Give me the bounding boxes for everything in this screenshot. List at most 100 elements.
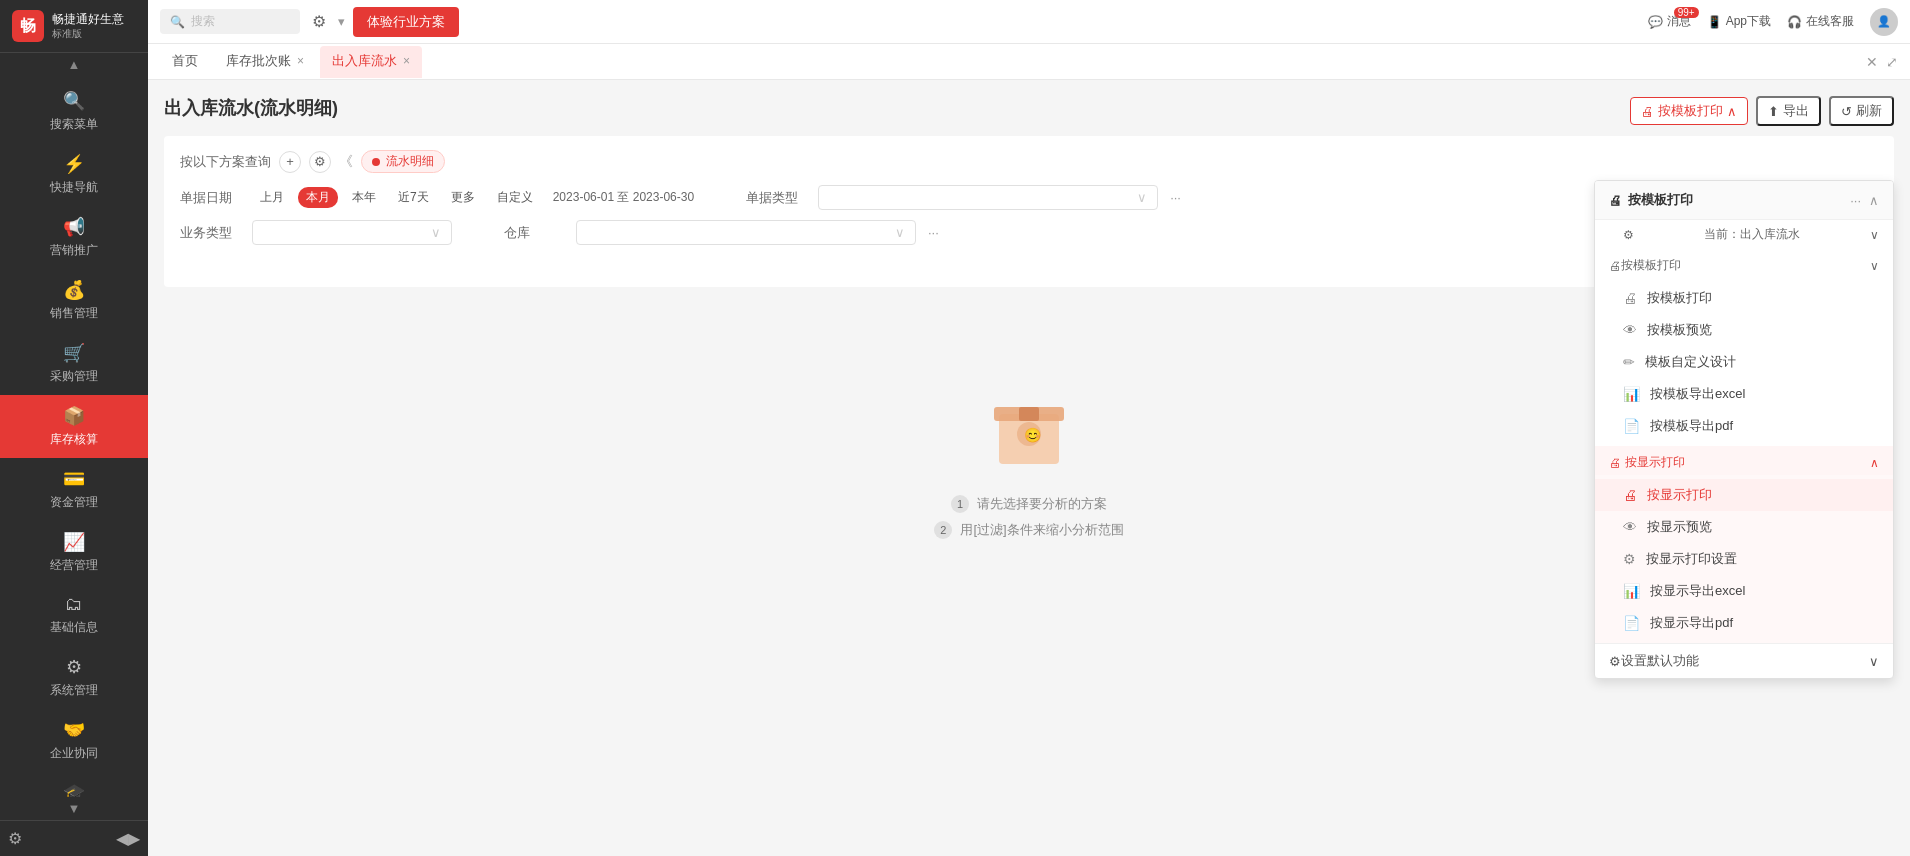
dropdown-footer[interactable]: ⚙ 设置默认功能 ∨ <box>1595 643 1893 678</box>
doc-type-select[interactable]: ∨ <box>818 185 1158 210</box>
warehouse-chevron: ∨ <box>895 225 905 240</box>
tab-close-btn[interactable]: ✕ <box>1866 54 1878 70</box>
dropdown-collapse-btn[interactable]: ∧ <box>1869 193 1879 208</box>
dropdown-section1-label: 按模板打印 <box>1621 257 1681 274</box>
date-this-year[interactable]: 本年 <box>344 187 384 208</box>
dropdown-item-display-settings[interactable]: ⚙ 按显示打印设置 <box>1595 543 1893 575</box>
date-last7[interactable]: 近7天 <box>390 187 437 208</box>
sidebar-item-marketing-label: 营销推广 <box>50 242 98 259</box>
sidebar-item-guide[interactable]: 🎓 新手引导 <box>0 772 148 797</box>
topbar-right: 💬 消息 99+ 📱 App下载 🎧 在线客服 👤 <box>1648 8 1898 36</box>
sidebar-item-search-label: 搜索菜单 <box>50 116 98 133</box>
dropdown-more-btn[interactable]: ··· <box>1850 193 1861 208</box>
tab-batch[interactable]: 库存批次账 × <box>214 46 316 78</box>
date-more[interactable]: 更多 <box>443 187 483 208</box>
sidebar-scroll-up[interactable]: ▲ <box>0 53 148 76</box>
tab-expand-btn[interactable]: ⤢ <box>1886 54 1898 70</box>
flow-tag-label: 流水明细 <box>386 153 434 170</box>
sidebar-scroll-down[interactable]: ▼ <box>0 797 148 820</box>
filter-header: 按以下方案查询 + ⚙ 《 流水明细 <box>180 150 1878 173</box>
search-nav-icon: 🔍 <box>63 90 85 112</box>
refresh-btn[interactable]: ↺ 刷新 <box>1829 96 1894 126</box>
inventory-icon: 📦 <box>63 405 85 427</box>
dropdown-item-template-print[interactable]: 🖨 按模板打印 <box>1595 282 1893 314</box>
topbar-search[interactable]: 🔍 搜索 <box>160 9 300 34</box>
dropdown-current-label: 当前：出入库流水 <box>1704 226 1800 243</box>
avatar-icon: 👤 <box>1877 15 1891 28</box>
dropdown-title: 🖨 按模板打印 <box>1609 191 1693 209</box>
dropdown-item-display-excel[interactable]: 📊 按显示导出excel <box>1595 575 1893 607</box>
tab-flow-close[interactable]: × <box>403 54 410 68</box>
sidebar-item-sales[interactable]: 💰 销售管理 <box>0 269 148 332</box>
template-preview-label: 按模板预览 <box>1647 321 1712 339</box>
sidebar-item-marketing[interactable]: 📢 营销推广 <box>0 206 148 269</box>
print-label: 按模板打印 <box>1658 102 1723 120</box>
dropdown-item-display-preview[interactable]: 👁 按显示预览 <box>1595 511 1893 543</box>
warehouse-label: 仓库 <box>504 224 564 242</box>
empty-icon: 😊 <box>979 379 1079 479</box>
sales-icon: 💰 <box>63 279 85 301</box>
export-btn[interactable]: ⬆ 导出 <box>1756 96 1821 126</box>
topbar: 🔍 搜索 ⚙ ▾ 体验行业方案 💬 消息 99+ 📱 App下载 🎧 在线客服 … <box>148 0 1910 44</box>
sidebar-item-finance[interactable]: 💳 资金管理 <box>0 458 148 521</box>
collapse-sidebar-icon[interactable]: ◀▶ <box>116 829 140 848</box>
sidebar-item-basic[interactable]: 🗂 基础信息 <box>0 584 148 646</box>
topbar-chevron-icon[interactable]: ▾ <box>338 14 345 29</box>
filter-label: 按以下方案查询 <box>180 153 271 171</box>
warehouse-select[interactable]: ∨ <box>576 220 916 245</box>
sidebar-item-finance-label: 资金管理 <box>50 494 98 511</box>
dropdown-item-template-preview[interactable]: 👁 按模板预览 <box>1595 314 1893 346</box>
dropdown-item-template-customize[interactable]: ✏ 模板自定义设计 <box>1595 346 1893 378</box>
tab-batch-close[interactable]: × <box>297 54 304 68</box>
tab-flow[interactable]: 出入库流水 × <box>320 46 422 78</box>
dropdown-section2-chevron: ∧ <box>1870 456 1879 470</box>
sidebar-item-system[interactable]: ⚙ 系统管理 <box>0 646 148 709</box>
sidebar-item-shortcut[interactable]: ⚡ 快捷导航 <box>0 143 148 206</box>
dropdown-print-icon: 🖨 <box>1609 193 1622 208</box>
sidebar-item-search[interactable]: 🔍 搜索菜单 <box>0 80 148 143</box>
biz-type-select[interactable]: ∨ <box>252 220 452 245</box>
warehouse-more-icon[interactable]: ··· <box>928 225 939 240</box>
logo-text-block: 畅捷通好生意 标准版 <box>52 11 124 42</box>
flow-tag[interactable]: 流水明细 <box>361 150 445 173</box>
dropdown-item-display-pdf[interactable]: 📄 按显示导出pdf <box>1595 607 1893 639</box>
filter-settings-btn[interactable]: ⚙ <box>309 151 331 173</box>
template-excel-label: 按模板导出excel <box>1650 385 1745 403</box>
dropdown-item-template-excel[interactable]: 📊 按模板导出excel <box>1595 378 1893 410</box>
doc-type-more-icon[interactable]: ··· <box>1170 190 1181 205</box>
dropdown-panel: 🖨 按模板打印 ··· ∧ ⚙ 当前：出入库流水 ∨ 🖨 按模板打印 ∨ <box>1594 180 1894 679</box>
print-btn[interactable]: 🖨 按模板打印 ∧ <box>1630 97 1748 125</box>
template-excel-icon: 📊 <box>1623 386 1640 402</box>
topbar-online-service[interactable]: 🎧 在线客服 <box>1787 13 1854 30</box>
date-custom[interactable]: 自定义 <box>489 187 541 208</box>
sidebar-item-collab[interactable]: 🤝 企业协同 <box>0 709 148 772</box>
topbar-msg[interactable]: 💬 消息 99+ <box>1648 13 1691 30</box>
dropdown-item-display-print[interactable]: 🖨 按显示打印 <box>1595 479 1893 511</box>
filter-add-btn[interactable]: + <box>279 151 301 173</box>
sidebar-item-operation[interactable]: 📈 经营管理 <box>0 521 148 584</box>
date-this-month[interactable]: 本月 <box>298 187 338 208</box>
topbar-gear-icon[interactable]: ⚙ <box>308 8 330 35</box>
tab-home[interactable]: 首页 <box>160 46 210 78</box>
sidebar-item-collab-label: 企业协同 <box>50 745 98 762</box>
date-last-month[interactable]: 上月 <box>252 187 292 208</box>
dropdown-section2-header[interactable]: 🖨 按显示打印 ∧ <box>1595 446 1893 475</box>
topbar-avatar[interactable]: 👤 <box>1870 8 1898 36</box>
topbar-app-download[interactable]: 📱 App下载 <box>1707 13 1771 30</box>
dropdown-section1-items: 🖨 按模板打印 👁 按模板预览 ✏ 模板自定义设计 📊 按模板导出excel 📄 <box>1595 278 1893 446</box>
template-pdf-icon: 📄 <box>1623 418 1640 434</box>
sidebar-item-basic-label: 基础信息 <box>50 619 98 636</box>
display-preview-label: 按显示预览 <box>1647 518 1712 536</box>
sidebar-item-inventory[interactable]: 📦 库存核算 <box>0 395 148 458</box>
display-excel-label: 按显示导出excel <box>1650 582 1745 600</box>
industry-btn[interactable]: 体验行业方案 <box>353 7 459 37</box>
dropdown-item-template-pdf[interactable]: 📄 按模板导出pdf <box>1595 410 1893 442</box>
settings-bottom-icon[interactable]: ⚙ <box>8 829 22 848</box>
collab-icon: 🤝 <box>63 719 85 741</box>
sidebar-item-purchase[interactable]: 🛒 采购管理 <box>0 332 148 395</box>
action-bar: 🖨 按模板打印 ∧ ⬆ 导出 ↺ 刷新 <box>1630 96 1894 126</box>
dropdown-section1-header[interactable]: 🖨 按模板打印 ∨ <box>1595 249 1893 278</box>
display-print-label: 按显示打印 <box>1647 486 1712 504</box>
filter-collapse-btn[interactable]: 《 <box>339 153 353 171</box>
dropdown-current: ⚙ 当前：出入库流水 ∨ <box>1595 220 1893 249</box>
